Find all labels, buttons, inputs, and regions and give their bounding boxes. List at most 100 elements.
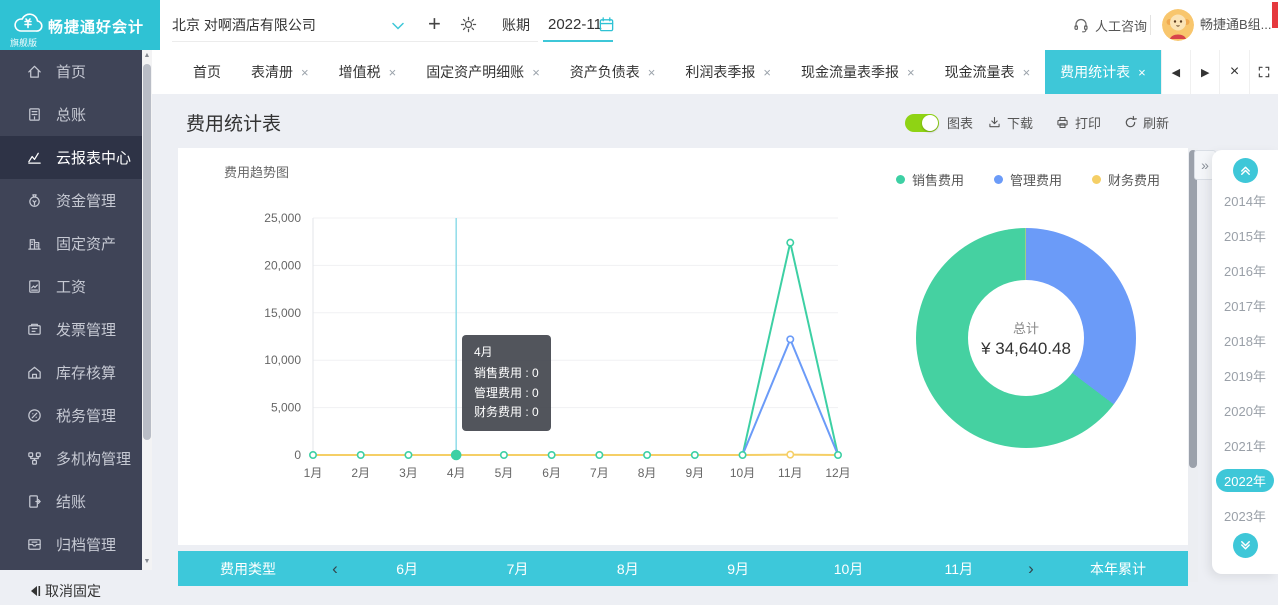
period-label: 账期 [502, 0, 530, 50]
column-month: 8月 [573, 559, 683, 579]
period-value[interactable]: 2022-11 [548, 0, 602, 50]
divider [1150, 15, 1151, 35]
year-item[interactable]: 2017年 [1216, 288, 1274, 323]
year-item[interactable]: 2018年 [1216, 323, 1274, 358]
svg-text:6月: 6月 [542, 466, 561, 480]
sidebar-scrollbar-thumb[interactable] [143, 64, 151, 440]
chart-tooltip: 4月 销售费用 : 0 管理费用 : 0 财务费用 : 0 [462, 335, 551, 431]
inventory-icon [26, 364, 43, 381]
tab-item[interactable]: 现金流量表季报× [786, 50, 930, 94]
expense-table-header: 费用类型 ‹ 6月 7月 8月 9月 10月 11月 › 本年累计 [178, 551, 1188, 586]
scroll-down-icon[interactable]: ▼ [142, 558, 152, 565]
tab-item[interactable]: 表清册× [236, 50, 324, 94]
top-bar: 畅捷通好会计 旗舰版 北京 对啊酒店有限公司 + 账期 2022-11 人工咨询 [0, 0, 1278, 51]
close-all-tabs-button[interactable]: × [1219, 50, 1248, 94]
close-tab-icon[interactable]: × [1023, 65, 1031, 80]
company-select[interactable]: 北京 对啊酒店有限公司 [172, 0, 316, 50]
edge-notification-sliver [1272, 2, 1278, 28]
trend-chart-title: 费用趋势图 [224, 162, 289, 181]
print-icon [1055, 115, 1070, 130]
tab-scroll-left-button[interactable]: ◀ [1161, 50, 1190, 94]
column-month: 9月 [683, 559, 793, 579]
funds-icon [26, 192, 43, 209]
gear-icon[interactable] [460, 16, 477, 33]
years-scroll-down-button[interactable] [1233, 533, 1258, 558]
tab-item[interactable]: 首页 [178, 50, 236, 94]
year-item[interactable]: 2015年 [1216, 218, 1274, 253]
year-item[interactable]: 2021年 [1216, 428, 1274, 463]
scroll-up-icon[interactable]: ▲ [142, 52, 152, 59]
years-scroll-up-button[interactable] [1233, 158, 1258, 183]
year-item[interactable]: 2016年 [1216, 253, 1274, 288]
sidebar-item-invoices[interactable]: 发票管理 [0, 308, 152, 351]
sidebar-item-closing[interactable]: 结账 [0, 480, 152, 523]
refresh-button[interactable]: 刷新 [1123, 113, 1169, 132]
unpin-icon [28, 584, 42, 598]
next-months-icon[interactable]: › [1014, 559, 1048, 579]
avatar[interactable] [1162, 9, 1194, 41]
close-tab-icon[interactable]: × [301, 65, 309, 80]
fixed-assets-icon [26, 235, 43, 252]
tab-item[interactable]: 固定资产明细账× [411, 50, 555, 94]
svg-text:4月: 4月 [447, 466, 466, 480]
sidebar-item-multi-org[interactable]: 多机构管理 [0, 437, 152, 480]
column-month: 6月 [352, 559, 462, 579]
sidebar-item-archive[interactable]: 归档管理 [0, 523, 152, 566]
year-item[interactable]: 2020年 [1216, 393, 1274, 428]
sidebar-nav: 首页 总账 云报表中心 资金管理 固定资产 工资 发票管理 库存核算 税务管理 … [0, 50, 152, 570]
close-tab-icon[interactable]: × [763, 65, 771, 80]
download-button[interactable]: 下载 [987, 113, 1033, 132]
print-button[interactable]: 打印 [1055, 113, 1101, 132]
tab-scroll-right-button[interactable]: ▶ [1190, 50, 1219, 94]
sidebar-item-home[interactable]: 首页 [0, 50, 152, 93]
tab-item[interactable]: 资产负债表× [555, 50, 671, 94]
legend-item-finance[interactable]: 财务费用 [1092, 170, 1160, 189]
legend-item-admin[interactable]: 管理费用 [994, 170, 1062, 189]
sidebar-item-inventory[interactable]: 库存核算 [0, 351, 152, 394]
headset-icon [1073, 17, 1089, 33]
tab-item[interactable]: 现金流量表× [930, 50, 1046, 94]
prev-months-icon[interactable]: ‹ [318, 559, 352, 579]
unpin-sidebar-button[interactable]: 取消固定 [28, 581, 101, 601]
add-account-button[interactable]: + [428, 0, 441, 48]
sidebar-item-cloud-reports[interactable]: 云报表中心 [0, 136, 152, 179]
year-item[interactable]: 2023年 [1216, 498, 1274, 533]
main-scrollbar-thumb[interactable] [1189, 150, 1197, 468]
column-month: 10月 [793, 559, 903, 579]
year-item[interactable]: 2019年 [1216, 358, 1274, 393]
trend-line-chart: 25,00020,00015,00010,0005,00001月2月3月4月5月… [218, 193, 918, 493]
tab-item[interactable]: 费用统计表× [1045, 50, 1161, 94]
close-tab-icon[interactable]: × [648, 65, 656, 80]
svg-text:15,000: 15,000 [264, 306, 301, 320]
svg-text:9月: 9月 [685, 466, 704, 480]
legend-dot [1092, 175, 1101, 184]
support-button[interactable]: 人工咨询 [1073, 0, 1147, 50]
close-tab-icon[interactable]: × [532, 65, 540, 80]
svg-text:12月: 12月 [825, 466, 850, 480]
sidebar-item-general-ledger[interactable]: 总账 [0, 93, 152, 136]
fullscreen-icon[interactable] [1249, 50, 1278, 94]
calendar-icon[interactable] [598, 16, 615, 33]
sidebar-item-fixed-assets[interactable]: 固定资产 [0, 222, 152, 265]
year-item[interactable]: 2014年 [1216, 183, 1274, 218]
svg-text:5,000: 5,000 [271, 401, 301, 415]
tab-item[interactable]: 增值税× [324, 50, 412, 94]
multi-org-icon [26, 450, 43, 467]
year-item[interactable]: 2022年 [1216, 463, 1274, 498]
legend-item-sales[interactable]: 销售费用 [896, 170, 964, 189]
sidebar-item-payroll[interactable]: 工资 [0, 265, 152, 308]
sidebar-item-funds[interactable]: 资金管理 [0, 179, 152, 222]
chart-toggle-switch[interactable] [905, 114, 939, 132]
user-name[interactable]: 畅捷通B组... [1200, 0, 1272, 50]
close-tab-icon[interactable]: × [389, 65, 397, 80]
closing-icon [26, 493, 43, 510]
column-month: 7月 [462, 559, 572, 579]
close-tab-icon[interactable]: × [907, 65, 915, 80]
svg-text:8月: 8月 [638, 466, 657, 480]
svg-text:10月: 10月 [730, 466, 755, 480]
tab-bar: 首页 表清册× 增值税× 固定资产明细账× 资产负债表× 利润表季报× 现金流量… [152, 50, 1278, 94]
chevron-down-icon[interactable] [392, 22, 404, 30]
close-tab-icon[interactable]: × [1138, 65, 1146, 80]
sidebar-item-tax[interactable]: 税务管理 [0, 394, 152, 437]
tab-item[interactable]: 利润表季报× [670, 50, 786, 94]
